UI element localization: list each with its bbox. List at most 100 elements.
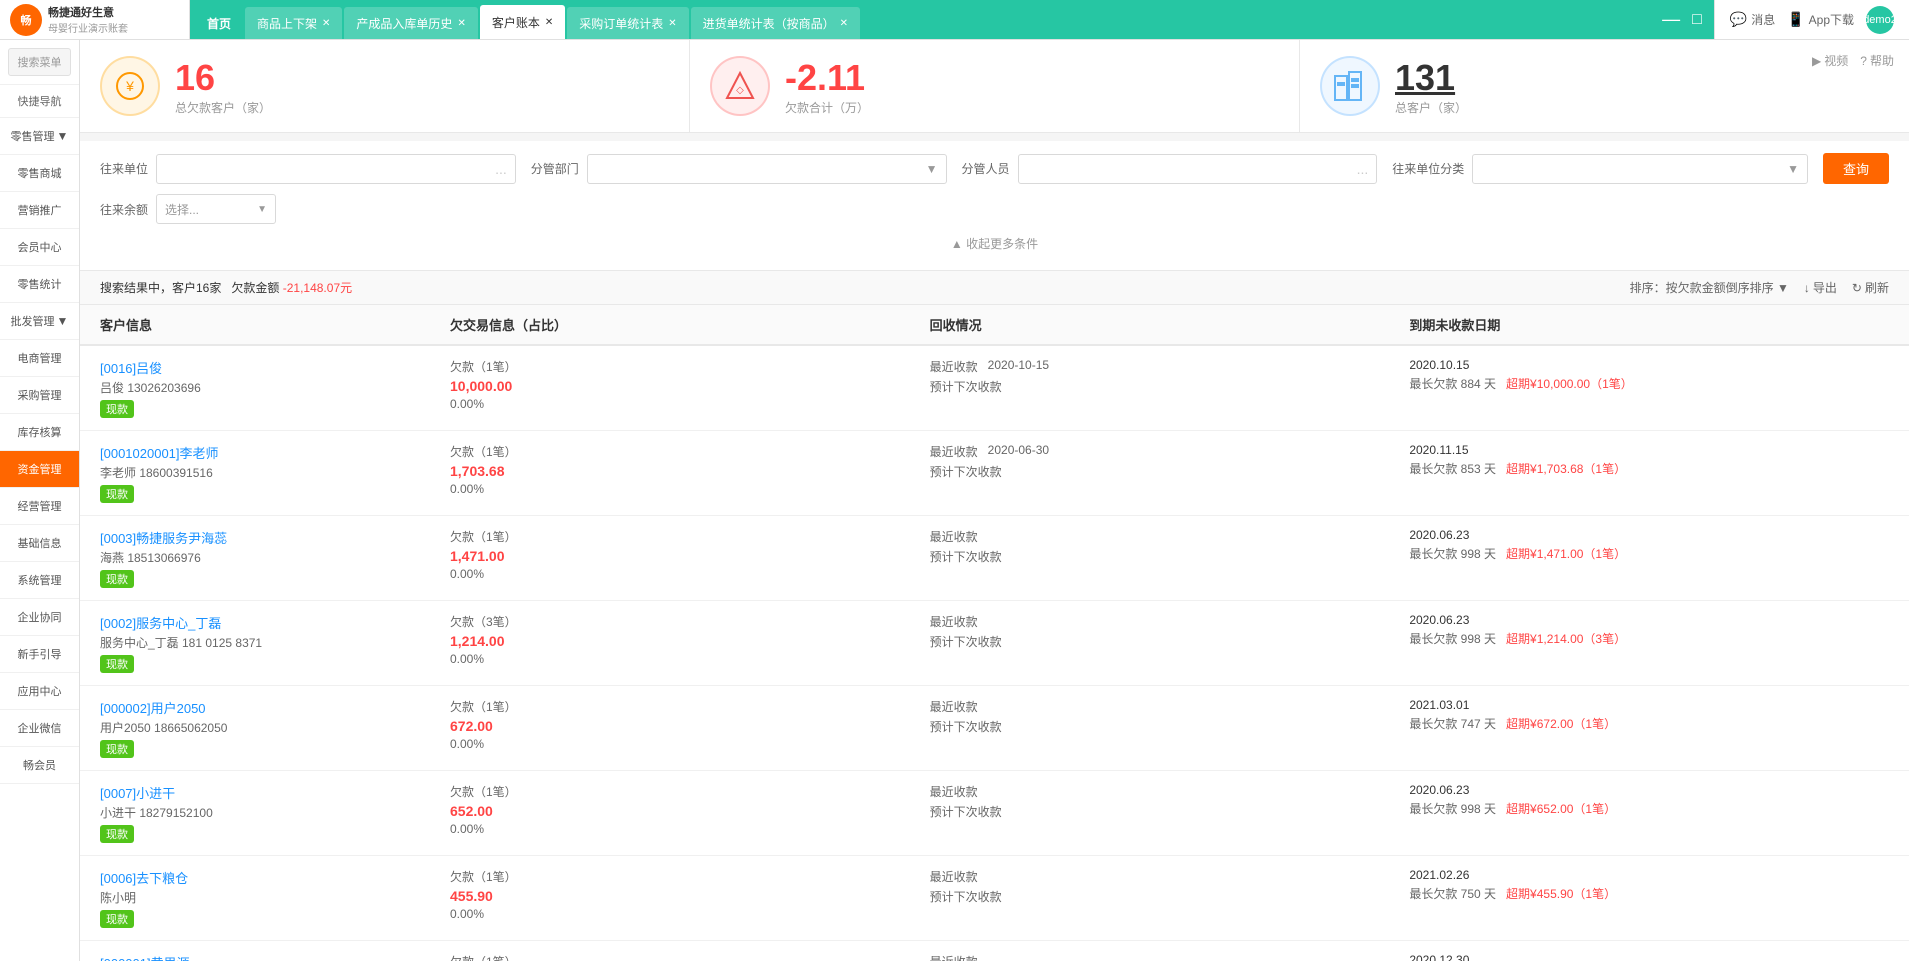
sidebar-item-app-center[interactable]: 应用中心 (0, 673, 79, 710)
tab-customer-account[interactable]: 客户账本 ✕ (480, 5, 565, 39)
sidebar-item-basic-info[interactable]: 基础信息 (0, 525, 79, 562)
customer-phone-3: 服务中心_丁磊 181 0125 8371 (100, 634, 450, 651)
customer-code-4[interactable]: [000002]用户2050 (100, 698, 450, 717)
customer-tag-5: 现款 (100, 825, 134, 843)
debt-amount-5[interactable]: 652.00 (450, 803, 930, 819)
content-area: ¥ 16 总欠款客户（家） ◇ (80, 40, 1909, 961)
sidebar-item-marketing[interactable]: 营销推广 (0, 192, 79, 229)
sidebar-item-retail-stats[interactable]: 零售统计 (0, 266, 79, 303)
export-btn[interactable]: ↓ 导出 (1804, 279, 1837, 296)
sidebar-item-retail-management[interactable]: 零售管理 ▼ (0, 118, 79, 155)
sort-arrow-icon[interactable]: ▼ (1777, 281, 1789, 295)
tab-purchase-stats-close[interactable]: ✕ (668, 18, 676, 29)
tab-production[interactable]: 产成品入库单历史 ✕ (344, 7, 477, 39)
sidebar-item-enterprise[interactable]: 企业协同 (0, 599, 79, 636)
search-menu-btn[interactable]: 搜索菜单 (8, 48, 71, 76)
filter-person-input[interactable]: ... (1018, 154, 1378, 184)
refresh-btn[interactable]: ↻ 刷新 (1852, 279, 1889, 296)
debt-amount-3[interactable]: 1,214.00 (450, 633, 930, 649)
filter-unit-input[interactable]: ... (156, 154, 516, 184)
customer-code-5[interactable]: [0007]小进干 (100, 783, 450, 802)
app-download-btn[interactable]: 📱 App下载 (1787, 11, 1854, 28)
tab-purchase-stats[interactable]: 采购订单统计表 ✕ (567, 7, 688, 39)
customer-code-7[interactable]: [000001]黄思源 (100, 953, 450, 961)
customer-tag-3: 现款 (100, 655, 134, 673)
customer-code-3[interactable]: [0002]服务中心_丁磊 (100, 613, 450, 632)
collapse-icon: ▲ (951, 237, 963, 251)
filter-item-category: 往来单位分类 ▼ (1392, 154, 1808, 184)
overdue-link-3[interactable]: 超期¥1,214.00（3笔） (1506, 632, 1626, 646)
sidebar-item-finance[interactable]: 资金管理 (0, 451, 79, 488)
customer-info-6: [0006]去下粮仓 陈小明 现款 (100, 868, 450, 928)
amount-value: -2.11 (785, 57, 869, 99)
customer-info-2: [0003]畅捷服务尹海蕊 海燕 18513066976 现款 (100, 528, 450, 588)
filter-balance-arrow: ▼ (257, 204, 267, 215)
customer-tag-4: 现款 (100, 740, 134, 758)
debt-amount-1[interactable]: 1,703.68 (450, 463, 930, 479)
filter-dept-input[interactable]: ▼ (587, 154, 947, 184)
minimize-icon[interactable]: — (1662, 9, 1680, 30)
data-table: 客户信息 欠交易信息（占比） 回收情况 到期未收款日期 [0016]吕俊 吕俊 … (80, 305, 1909, 961)
recovery-info-5: 最近收款 预计下次收款 (930, 783, 1410, 820)
sidebar-item-batch-management[interactable]: 批发管理 ▼ (0, 303, 79, 340)
overdue-info-7: 2020.12.30 最长欠款 808 天 超期¥429.00（1笔） (1409, 953, 1889, 961)
collapse-btn[interactable]: ▲ 收起更多条件 (100, 229, 1889, 258)
overdue-info-5: 2020.06.23 最长欠款 998 天 超期¥652.00（1笔） (1409, 783, 1889, 817)
filter-category-label: 往来单位分类 (1392, 160, 1464, 177)
filter-unit-label: 往来单位 (100, 160, 148, 177)
customer-info-0: [0016]吕俊 吕俊 13026203696 现款 (100, 358, 450, 418)
customer-phone-1: 李老师 18600391516 (100, 464, 450, 481)
overdue-link-1[interactable]: 超期¥1,703.68（1笔） (1506, 462, 1626, 476)
retail-management-label: 零售管理 (11, 128, 55, 144)
overdue-link-2[interactable]: 超期¥1,471.00（1笔） (1506, 547, 1626, 561)
debt-amount-4[interactable]: 672.00 (450, 718, 930, 734)
filter-balance-select[interactable]: 选择... ▼ (156, 194, 276, 224)
sidebar-item-retail-store[interactable]: 零售商城 (0, 155, 79, 192)
customer-code-1[interactable]: [0001020001]李老师 (100, 443, 450, 462)
view-video-btn[interactable]: ▶ 视频 (1812, 52, 1848, 69)
customer-code-0[interactable]: [0016]吕俊 (100, 358, 450, 377)
help-btn[interactable]: ? 帮助 (1860, 52, 1894, 69)
tab-production-close[interactable]: ✕ (457, 18, 465, 29)
user-avatar[interactable]: demo2 (1866, 6, 1894, 34)
filter-category-input[interactable]: ▼ (1472, 154, 1808, 184)
sidebar-item-system[interactable]: 系统管理 (0, 562, 79, 599)
sidebar-item-member-center[interactable]: 会员中心 (0, 229, 79, 266)
tab-products-close[interactable]: ✕ (322, 18, 330, 29)
overdue-link-5[interactable]: 超期¥652.00（1笔） (1506, 802, 1616, 816)
debtors-value: 16 (175, 57, 271, 99)
summary-card-total: 131 总客户（家） ▶ 视频 ? 帮助 (1300, 40, 1909, 132)
sidebar-item-operations[interactable]: 经营管理 (0, 488, 79, 525)
tab-home[interactable]: 首页 (195, 7, 243, 39)
amount-label: 欠款合计（万） (785, 99, 869, 116)
debt-amount-0[interactable]: 10,000.00 (450, 378, 930, 394)
debt-info-0: 欠款（1笔） 10,000.00 0.00% (450, 358, 930, 411)
overdue-link-6[interactable]: 超期¥455.90（1笔） (1506, 887, 1616, 901)
sort-label: 排序：按欠款金额倒序排序 ▼ (1630, 279, 1789, 296)
sidebar-item-purchase[interactable]: 采购管理 (0, 377, 79, 414)
tab-products[interactable]: 商品上下架 ✕ (245, 7, 342, 39)
sidebar-item-ecommerce[interactable]: 电商管理 (0, 340, 79, 377)
tab-inbound-stats[interactable]: 进货单统计表（按商品） ✕ (691, 7, 860, 39)
search-btn[interactable]: 查询 (1823, 153, 1889, 184)
overdue-link-0[interactable]: 超期¥10,000.00（1笔） (1506, 377, 1633, 391)
tab-inbound-stats-close[interactable]: ✕ (840, 18, 848, 29)
filter-item-unit: 往来单位 ... (100, 154, 516, 184)
debt-amount-6[interactable]: 455.90 (450, 888, 930, 904)
message-btn[interactable]: 💬 消息 (1730, 11, 1775, 28)
debtors-icon: ¥ (100, 56, 160, 116)
filter-item-dept: 分管部门 ▼ (531, 154, 947, 184)
sidebar-item-enterprise-wechat[interactable]: 企业微信 (0, 710, 79, 747)
debt-info-2: 欠款（1笔） 1,471.00 0.00% (450, 528, 930, 581)
overdue-link-4[interactable]: 超期¥672.00（1笔） (1506, 717, 1616, 731)
results-actions: 排序：按欠款金额倒序排序 ▼ ↓ 导出 ↻ 刷新 (1630, 279, 1889, 296)
customer-code-2[interactable]: [0003]畅捷服务尹海蕊 (100, 528, 450, 547)
debt-amount-2[interactable]: 1,471.00 (450, 548, 930, 564)
sidebar-item-inventory[interactable]: 库存核算 (0, 414, 79, 451)
tab-customer-account-close[interactable]: ✕ (545, 17, 553, 28)
retail-management-arrow: ▼ (57, 129, 69, 143)
maximize-icon[interactable]: □ (1692, 11, 1702, 29)
sidebar-item-super-member[interactable]: 畅会员 (0, 747, 79, 784)
sidebar-item-new-guide[interactable]: 新手引导 (0, 636, 79, 673)
customer-code-6[interactable]: [0006]去下粮仓 (100, 868, 450, 887)
